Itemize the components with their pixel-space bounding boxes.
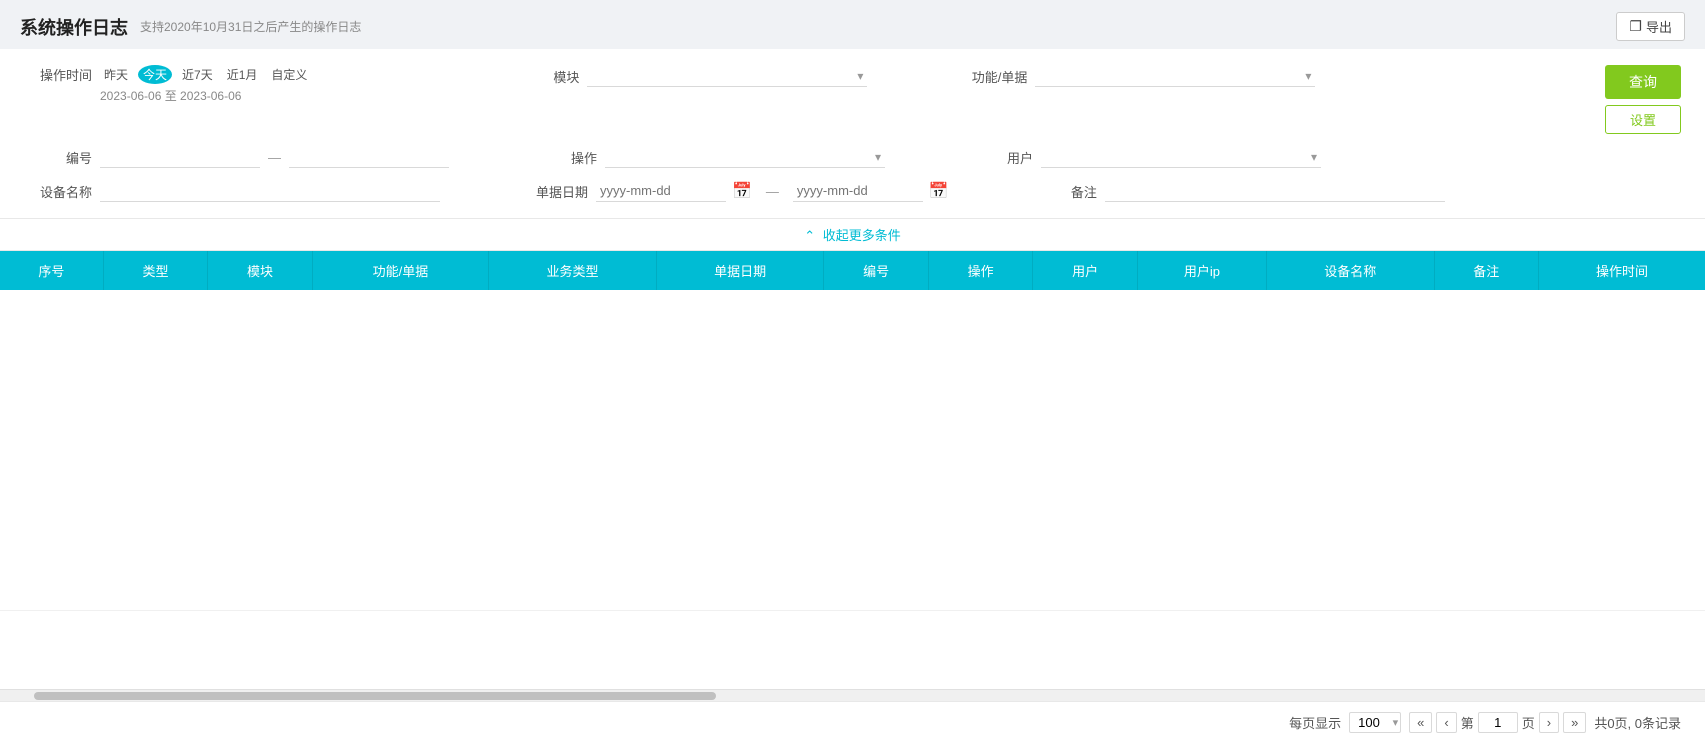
data-table: 序号 类型 模块 功能/单据 业务类型 单据日期 编号 操作 用户 用户ip 设… (0, 251, 1705, 611)
export-icon: ❐ (1629, 18, 1642, 35)
number-input-start[interactable] (100, 146, 260, 168)
collapse-label: 收起更多条件 (823, 228, 901, 243)
module-select-wrapper: ▾ (587, 65, 867, 87)
table-wrapper: 序号 类型 模块 功能/单据 业务类型 单据日期 编号 操作 用户 用户ip 设… (0, 251, 1705, 689)
col-voucher-date: 单据日期 (656, 251, 824, 290)
calendar-start-icon[interactable]: 📅 (732, 181, 752, 201)
calendar-end-icon[interactable]: 📅 (929, 181, 949, 201)
user-select[interactable] (1041, 146, 1321, 168)
operation-select-wrapper: ▾ (605, 146, 885, 168)
page-subtitle: 支持2020年10月31日之后产生的操作日志 (140, 18, 361, 35)
device-label: 设备名称 (24, 182, 92, 201)
pagination-bar: 每页显示 100 10 20 50 ▾ « ‹ 第 页 › » 共0页, 0条记… (0, 701, 1705, 743)
time-btn-custom[interactable]: 自定义 (267, 65, 311, 84)
number-input-end[interactable] (289, 146, 449, 168)
time-btn-7days[interactable]: 近7天 (178, 65, 217, 84)
col-function: 功能/单据 (312, 251, 488, 290)
horizontal-scrollbar[interactable] (0, 689, 1705, 701)
per-page-label: 每页显示 (1289, 713, 1341, 732)
time-range-text: 2023-06-06 至 2023-06-06 (100, 87, 311, 104)
page-navigation: « ‹ 第 页 › » (1409, 712, 1586, 733)
page-number-input[interactable] (1478, 712, 1518, 733)
col-operation: 操作 (928, 251, 1032, 290)
col-biz-type: 业务类型 (489, 251, 657, 290)
time-btn-yesterday[interactable]: 昨天 (100, 65, 132, 84)
time-btn-today[interactable]: 今天 (138, 65, 172, 84)
module-label: 模块 (511, 67, 579, 86)
user-select-wrapper: ▾ (1041, 146, 1321, 168)
settings-button[interactable]: 设置 (1605, 105, 1681, 134)
export-label: 导出 (1646, 17, 1672, 36)
device-input[interactable] (100, 180, 440, 202)
next-page-button[interactable]: › (1539, 712, 1559, 733)
table-header-row: 序号 类型 模块 功能/单据 业务类型 单据日期 编号 操作 用户 用户ip 设… (0, 251, 1705, 290)
date-end-input[interactable] (793, 180, 923, 202)
collapse-icon: ⌃ (804, 228, 815, 243)
table-empty-row (0, 290, 1705, 610)
col-number: 编号 (824, 251, 928, 290)
module-select[interactable] (587, 65, 867, 87)
page-label: 第 (1461, 713, 1474, 732)
prev-page-button[interactable]: ‹ (1436, 712, 1456, 733)
user-label: 用户 (965, 148, 1033, 167)
date-input-group: 📅 — 📅 (596, 180, 949, 202)
date-dash: — (766, 184, 779, 199)
collapse-bar[interactable]: ⌃ 收起更多条件 (0, 219, 1705, 251)
per-page-select-wrap: 100 10 20 50 ▾ (1349, 712, 1401, 733)
query-button[interactable]: 查询 (1605, 65, 1681, 99)
page-unit: 页 (1522, 713, 1535, 732)
filter-area: 操作时间 昨天 今天 近7天 近1月 自定义 2023-06-06 至 2023… (0, 49, 1705, 219)
first-page-button[interactable]: « (1409, 712, 1432, 733)
number-label: 编号 (24, 148, 92, 167)
remark-label: 备注 (1029, 182, 1097, 201)
col-seq: 序号 (0, 251, 103, 290)
page-title: 系统操作日志 (20, 14, 128, 40)
per-page-select[interactable]: 100 10 20 50 (1349, 712, 1401, 733)
time-label: 操作时间 (24, 65, 92, 84)
col-module: 模块 (208, 251, 312, 290)
col-device: 设备名称 (1266, 251, 1434, 290)
operation-label: 操作 (529, 148, 597, 167)
number-dash: — (268, 150, 281, 165)
col-remark: 备注 (1434, 251, 1538, 290)
last-page-button[interactable]: » (1563, 712, 1586, 733)
scrollbar-thumb[interactable] (34, 692, 716, 700)
remark-input[interactable] (1105, 180, 1445, 202)
voucher-date-label: 单据日期 (520, 182, 588, 201)
time-filter-group: 昨天 今天 近7天 近1月 自定义 2023-06-06 至 2023-06-0… (100, 65, 311, 104)
col-type: 类型 (103, 251, 207, 290)
col-user-ip: 用户ip (1137, 251, 1266, 290)
function-select-wrapper: ▾ (1035, 65, 1315, 87)
action-buttons: 查询 设置 (1605, 65, 1681, 134)
operation-select[interactable] (605, 146, 885, 168)
col-op-time: 操作时间 (1539, 251, 1705, 290)
function-select[interactable] (1035, 65, 1315, 87)
total-text: 共0页, 0条记录 (1594, 713, 1681, 732)
col-user: 用户 (1033, 251, 1137, 290)
export-button[interactable]: ❐ 导出 (1616, 12, 1685, 41)
date-start-input[interactable] (596, 180, 726, 202)
time-btn-1month[interactable]: 近1月 (223, 65, 262, 84)
function-label: 功能/单据 (947, 67, 1027, 86)
page-header: 系统操作日志 支持2020年10月31日之后产生的操作日志 ❐ 导出 (0, 0, 1705, 49)
